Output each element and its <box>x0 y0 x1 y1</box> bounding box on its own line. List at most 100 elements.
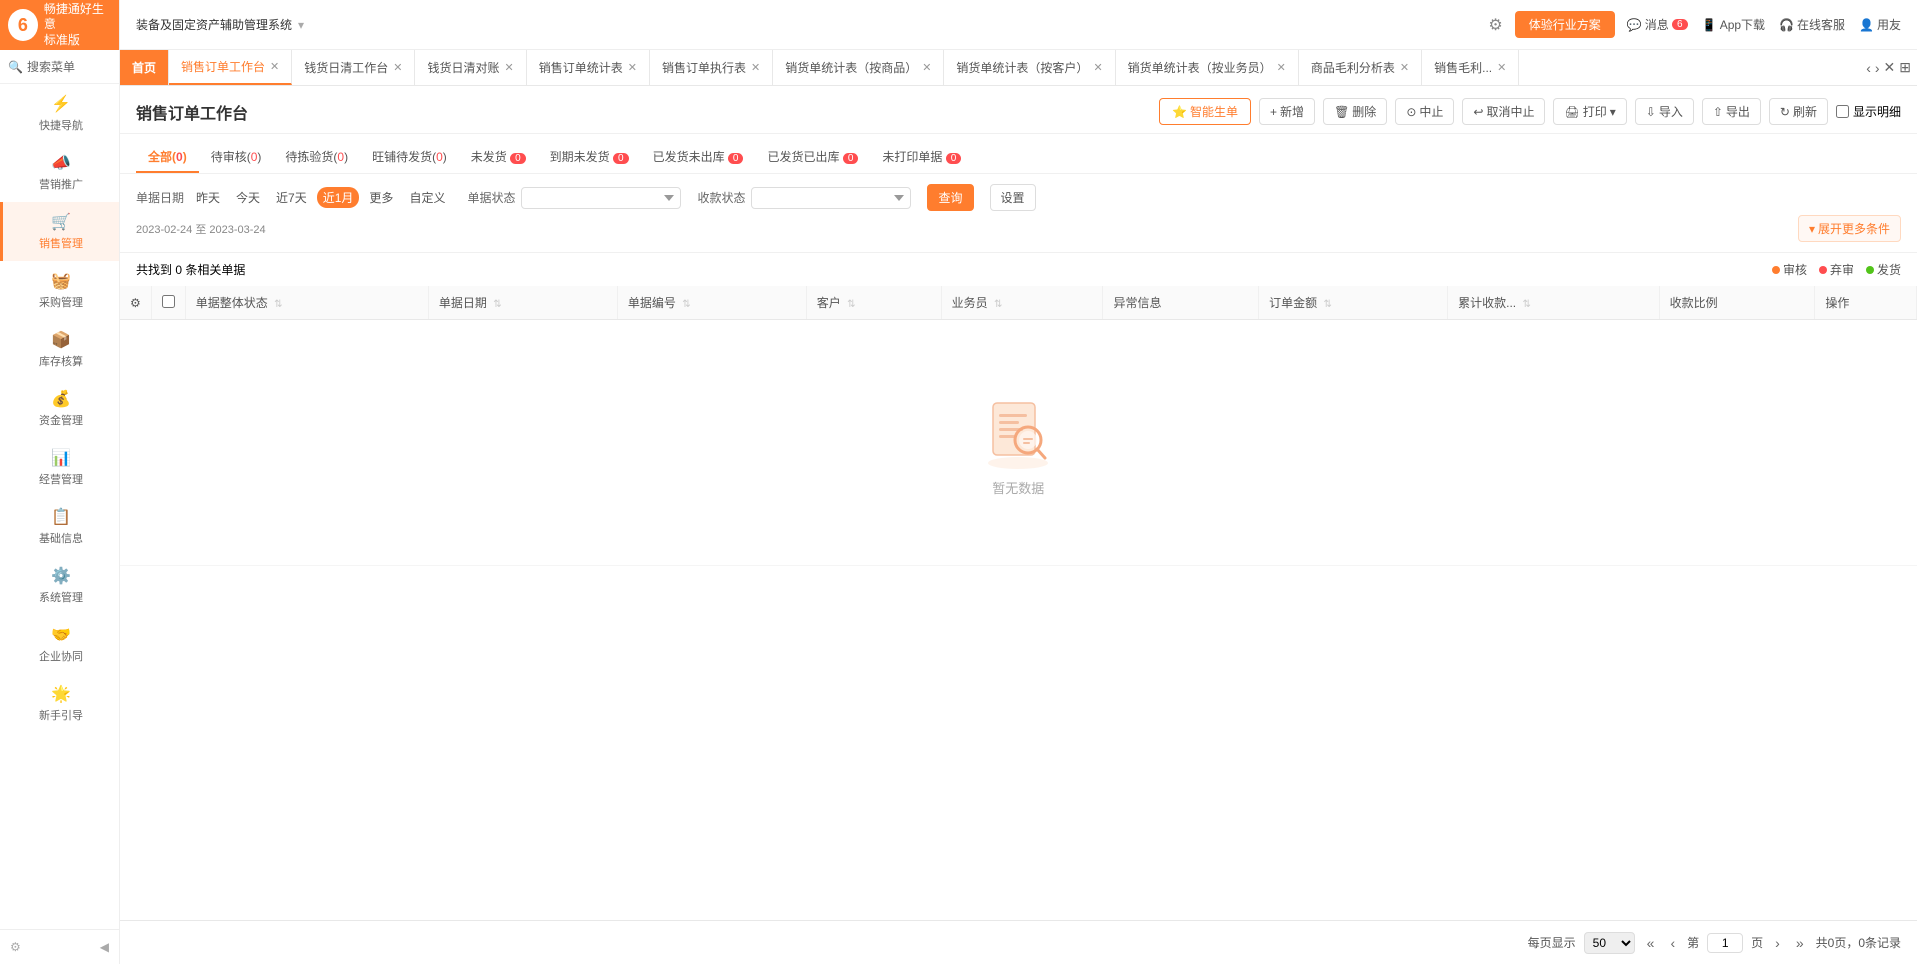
date-today[interactable]: 今天 <box>230 187 266 208</box>
tab-close-all-button[interactable]: ✕ <box>1884 59 1896 76</box>
sidebar-search[interactable]: 🔍 搜索菜单 <box>0 50 119 84</box>
sub-tab-not-shipped[interactable]: 未发货 0 <box>459 142 538 173</box>
tab-close-sales-margin[interactable]: ✕ <box>1497 61 1506 74</box>
user-menu[interactable]: 👤 用友 <box>1859 16 1901 33</box>
sort-status-icon[interactable]: ⇅ <box>274 299 282 310</box>
cancel-review-action-button[interactable]: 弃审 <box>1819 261 1854 278</box>
tab-home[interactable]: 首页 <box>120 50 169 85</box>
page-prev-button[interactable]: ‹ <box>1666 933 1679 953</box>
tab-goods-stat[interactable]: 销货单统计表（按商品） ✕ <box>773 50 944 85</box>
sidebar-item-sales[interactable]: 🛒 销售管理 <box>0 202 119 261</box>
sidebar-item-stock[interactable]: 📦 库存核算 <box>0 320 119 379</box>
col-amount[interactable]: 订单金额 ⇅ <box>1259 286 1448 320</box>
tab-close-goods-stat[interactable]: ✕ <box>922 61 931 74</box>
sub-tab-not-printed[interactable]: 未打印单据 0 <box>870 142 973 173</box>
sub-tab-shipped-not-out[interactable]: 已发货未出库 0 <box>641 142 756 173</box>
page-number-input[interactable] <box>1707 933 1743 953</box>
expand-filter-button[interactable]: ▾ 展开更多条件 <box>1798 215 1901 242</box>
tab-close-sales-order[interactable]: ✕ <box>270 60 279 73</box>
sort-customer-icon[interactable]: ⇅ <box>847 299 855 310</box>
settings-icon[interactable]: ⚙ <box>10 940 21 954</box>
page-size-select[interactable]: 50 100 200 <box>1584 932 1635 954</box>
message-button[interactable]: 💬 消息 6 <box>1627 16 1688 33</box>
show-detail-checkbox[interactable] <box>1836 105 1849 118</box>
online-service-button[interactable]: 🎧 在线客服 <box>1779 16 1845 33</box>
sort-staff-icon[interactable]: ⇅ <box>994 299 1002 310</box>
tab-cash-daily[interactable]: 钱货日清工作台 ✕ <box>292 50 415 85</box>
sidebar-item-operation[interactable]: 📊 经营管理 <box>0 438 119 497</box>
tab-customer-stat[interactable]: 销货单统计表（按客户） ✕ <box>944 50 1115 85</box>
tab-expand-button[interactable]: ⊞ <box>1899 59 1911 76</box>
app-download-button[interactable]: 📱 App下载 <box>1702 16 1765 33</box>
tab-next-button[interactable]: › <box>1875 60 1880 76</box>
sidebar-item-guide[interactable]: 🌟 新手引导 <box>0 674 119 733</box>
col-date[interactable]: 单据日期 ⇅ <box>428 286 617 320</box>
tab-margin-analysis[interactable]: 商品毛利分析表 ✕ <box>1299 50 1422 85</box>
tab-close-cash-reconcile[interactable]: ✕ <box>505 61 514 74</box>
sidebar-item-capital[interactable]: 💰 资金管理 <box>0 379 119 438</box>
suspend-button[interactable]: ⊙ 中止 <box>1395 98 1454 125</box>
tab-sales-order[interactable]: 销售订单工作台 ✕ <box>169 50 292 85</box>
sort-amount-icon[interactable]: ⇅ <box>1324 299 1332 310</box>
query-button[interactable]: 查询 <box>927 184 973 211</box>
tab-staff-stat[interactable]: 销货单统计表（按业务员） ✕ <box>1116 50 1299 85</box>
date-yesterday[interactable]: 昨天 <box>190 187 226 208</box>
date-1month[interactable]: 近1月 <box>317 187 360 208</box>
col-accumulated[interactable]: 累计收款... ⇅ <box>1448 286 1660 320</box>
tab-sales-exec[interactable]: 销售订单执行表 ✕ <box>650 50 773 85</box>
tab-prev-button[interactable]: ‹ <box>1866 60 1871 76</box>
page-first-button[interactable]: « <box>1643 933 1659 953</box>
tab-close-sales-stat[interactable]: ✕ <box>628 61 637 74</box>
sub-tab-shipped-out[interactable]: 已发货已出库 0 <box>755 142 870 173</box>
cancel-suspend-button[interactable]: ↩ 取消中止 <box>1462 98 1545 125</box>
print-button[interactable]: 🖨 打印 ▾ <box>1553 98 1626 125</box>
sidebar-item-system[interactable]: ⚙️ 系统管理 <box>0 556 119 615</box>
gear-icon[interactable]: ⚙ <box>1488 15 1502 35</box>
export-button[interactable]: ⇧ 导出 <box>1702 98 1761 125</box>
sidebar-item-basic[interactable]: 📋 基础信息 <box>0 497 119 556</box>
sidebar-item-enterprise[interactable]: 🤝 企业协同 <box>0 615 119 674</box>
import-button[interactable]: ⇩ 导入 <box>1635 98 1694 125</box>
date-more[interactable]: 更多 <box>363 187 399 208</box>
sub-tab-all[interactable]: 全部(0) <box>136 142 199 173</box>
filter-status-select[interactable] <box>521 187 681 209</box>
tab-close-customer-stat[interactable]: ✕ <box>1093 61 1102 74</box>
industry-solution-button[interactable]: 体验行业方案 <box>1515 11 1615 38</box>
sidebar-item-purchase[interactable]: 🧺 采购管理 <box>0 261 119 320</box>
col-staff[interactable]: 业务员 ⇅ <box>941 286 1103 320</box>
tab-close-staff-stat[interactable]: ✕ <box>1277 61 1286 74</box>
col-customer[interactable]: 客户 ⇅ <box>806 286 941 320</box>
tab-close-sales-exec[interactable]: ✕ <box>751 61 760 74</box>
setting-button[interactable]: 设置 <box>990 184 1036 211</box>
show-detail-label[interactable]: 显示明细 <box>1836 103 1901 120</box>
delete-button[interactable]: 🗑 删除 <box>1323 98 1387 125</box>
date-7days[interactable]: 近7天 <box>270 187 313 208</box>
col-number[interactable]: 单据编号 ⇅ <box>617 286 806 320</box>
smart-generate-button[interactable]: ⭐ 智能生单 <box>1159 98 1251 125</box>
chevron-down-icon[interactable]: ▾ <box>298 18 304 32</box>
page-next-button[interactable]: › <box>1771 933 1784 953</box>
col-settings[interactable]: ⚙ <box>120 286 151 320</box>
sort-date-icon[interactable]: ⇅ <box>493 299 501 310</box>
page-last-button[interactable]: » <box>1792 933 1808 953</box>
tab-sales-margin[interactable]: 销售毛利... ✕ <box>1422 50 1519 85</box>
sidebar-item-quick-nav[interactable]: ⚡ 快捷导航 <box>0 84 119 143</box>
sub-tab-pending-inspect[interactable]: 待拣验货(0) <box>273 142 360 173</box>
refresh-button[interactable]: ↻ 刷新 <box>1769 98 1828 125</box>
col-checkbox[interactable] <box>151 286 185 320</box>
tab-close-cash-daily[interactable]: ✕ <box>393 61 402 74</box>
tab-close-margin-analysis[interactable]: ✕ <box>1400 61 1409 74</box>
filter-payment-select[interactable] <box>751 187 911 209</box>
review-action-button[interactable]: 审核 <box>1772 261 1807 278</box>
sidebar-item-marketing[interactable]: 📣 营销推广 <box>0 143 119 202</box>
sub-tab-wangpu-ship[interactable]: 旺铺待发货(0) <box>360 142 459 173</box>
sort-accumulated-icon[interactable]: ⇅ <box>1522 299 1530 310</box>
tab-cash-reconcile[interactable]: 钱货日清对账 ✕ <box>415 50 526 85</box>
ship-action-button[interactable]: 发货 <box>1866 261 1901 278</box>
date-custom[interactable]: 自定义 <box>403 187 451 208</box>
col-status[interactable]: 单据整体状态 ⇅ <box>185 286 428 320</box>
sub-tab-overdue-ship[interactable]: 到期未发货 0 <box>538 142 641 173</box>
tab-sales-stat[interactable]: 销售订单统计表 ✕ <box>527 50 650 85</box>
select-all-checkbox[interactable] <box>162 295 175 308</box>
collapse-icon[interactable]: ◀ <box>100 940 109 954</box>
